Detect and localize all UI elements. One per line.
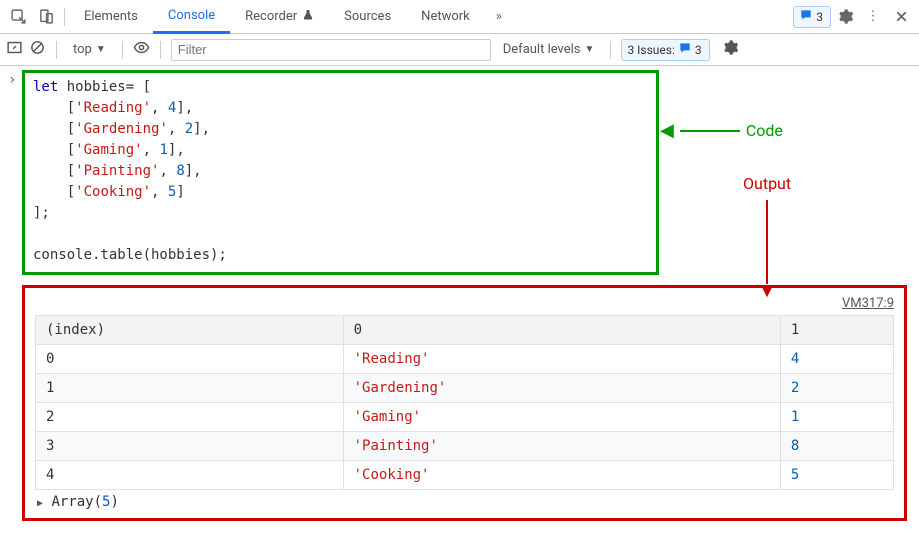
expand-caret-icon: ▶ xyxy=(37,498,43,509)
levels-label: Default levels xyxy=(503,42,581,57)
array-text: Array(5) xyxy=(51,494,118,510)
cell-string: 'Gardening' xyxy=(343,374,780,403)
separator xyxy=(64,8,65,26)
context-selector[interactable]: top ▼ xyxy=(67,42,112,57)
device-toggle-icon[interactable] xyxy=(32,0,60,34)
devtools-tab-bar: Elements Console Recorder Sources Networ… xyxy=(0,0,919,34)
tab-label: Console xyxy=(168,8,215,23)
issues-count: 3 xyxy=(695,43,702,57)
message-icon xyxy=(678,41,692,59)
cell-number: 2 xyxy=(780,374,893,403)
issues-label: 3 Issues: xyxy=(627,43,674,57)
tabs-overflow-icon[interactable]: » xyxy=(485,0,513,34)
cell-number: 4 xyxy=(780,345,893,374)
console-body: › ◀ Code Output ▼ let hobbies= [ ['Readi… xyxy=(0,66,919,521)
tab-console[interactable]: Console xyxy=(153,0,230,34)
array-expand[interactable]: ▶ Array(5) xyxy=(35,490,894,512)
close-devtools-icon[interactable] xyxy=(887,0,915,34)
chevron-down-icon: ▼ xyxy=(96,44,106,55)
code-block: let hobbies= [ ['Reading', 4], ['Gardeni… xyxy=(22,70,659,275)
col-header-0[interactable]: 0 xyxy=(343,316,780,345)
tab-recorder[interactable]: Recorder xyxy=(230,0,329,34)
cell-index: 4 xyxy=(36,461,344,490)
table-row: 3'Painting'8 xyxy=(36,432,894,461)
cell-number: 5 xyxy=(780,461,893,490)
tab-sources[interactable]: Sources xyxy=(329,0,406,34)
table-row: 4'Cooking'5 xyxy=(36,461,894,490)
issues-pill[interactable]: 3 Issues: 3 xyxy=(621,39,709,61)
flask-icon xyxy=(302,8,314,26)
clear-console-icon[interactable] xyxy=(29,39,46,60)
tab-label: Elements xyxy=(84,9,138,24)
kebab-menu-icon[interactable]: ⋮ xyxy=(859,0,887,34)
filter-input[interactable] xyxy=(171,39,491,61)
console-table: (index) 0 1 0'Reading'41'Gardening'22'Ga… xyxy=(35,315,894,490)
arrow-down-icon: ▼ xyxy=(758,281,776,302)
settings-icon[interactable] xyxy=(831,0,859,34)
tab-label: Recorder xyxy=(245,9,297,24)
cell-index: 1 xyxy=(36,374,344,403)
cell-index: 3 xyxy=(36,432,344,461)
toggle-sidebar-icon[interactable] xyxy=(6,39,23,60)
cell-string: 'Gaming' xyxy=(343,403,780,432)
arrow-left-icon: ◀ xyxy=(660,120,674,141)
table-row: 1'Gardening'2 xyxy=(36,374,894,403)
annotation-label: Code xyxy=(746,121,783,140)
annotation-code: ◀ Code xyxy=(660,120,783,141)
cell-number: 1 xyxy=(780,403,893,432)
messages-pill[interactable]: 3 xyxy=(793,6,831,28)
separator xyxy=(122,41,123,59)
cell-string: 'Cooking' xyxy=(343,461,780,490)
cell-index: 2 xyxy=(36,403,344,432)
message-icon xyxy=(799,8,813,26)
prompt-caret-icon: › xyxy=(8,72,16,88)
live-expression-icon[interactable] xyxy=(133,39,150,60)
console-toolbar: top ▼ Default levels ▼ 3 Issues: 3 xyxy=(0,34,919,66)
inspect-icon[interactable] xyxy=(4,0,32,34)
context-label: top xyxy=(73,42,92,57)
separator xyxy=(160,41,161,59)
separator xyxy=(610,41,611,59)
cell-string: 'Reading' xyxy=(343,345,780,374)
console-settings-icon[interactable] xyxy=(722,39,739,60)
annotation-output: Output ▼ xyxy=(743,174,791,302)
annotation-label: Output xyxy=(743,174,791,193)
tab-elements[interactable]: Elements xyxy=(69,0,153,34)
col-header-index[interactable]: (index) xyxy=(36,316,344,345)
tab-label: Network xyxy=(421,9,470,24)
table-row: 2'Gaming'1 xyxy=(36,403,894,432)
tab-label: Sources xyxy=(344,9,391,24)
cell-number: 8 xyxy=(780,432,893,461)
table-row: 0'Reading'4 xyxy=(36,345,894,374)
chevron-down-icon: ▼ xyxy=(585,44,595,55)
separator xyxy=(56,41,57,59)
messages-count: 3 xyxy=(816,10,823,24)
cell-string: 'Painting' xyxy=(343,432,780,461)
tab-network[interactable]: Network xyxy=(406,0,485,34)
cell-index: 0 xyxy=(36,345,344,374)
levels-selector[interactable]: Default levels ▼ xyxy=(497,42,601,57)
col-header-1[interactable]: 1 xyxy=(780,316,893,345)
output-block: VM317:9 (index) 0 1 0'Reading'41'Gardeni… xyxy=(22,285,907,521)
